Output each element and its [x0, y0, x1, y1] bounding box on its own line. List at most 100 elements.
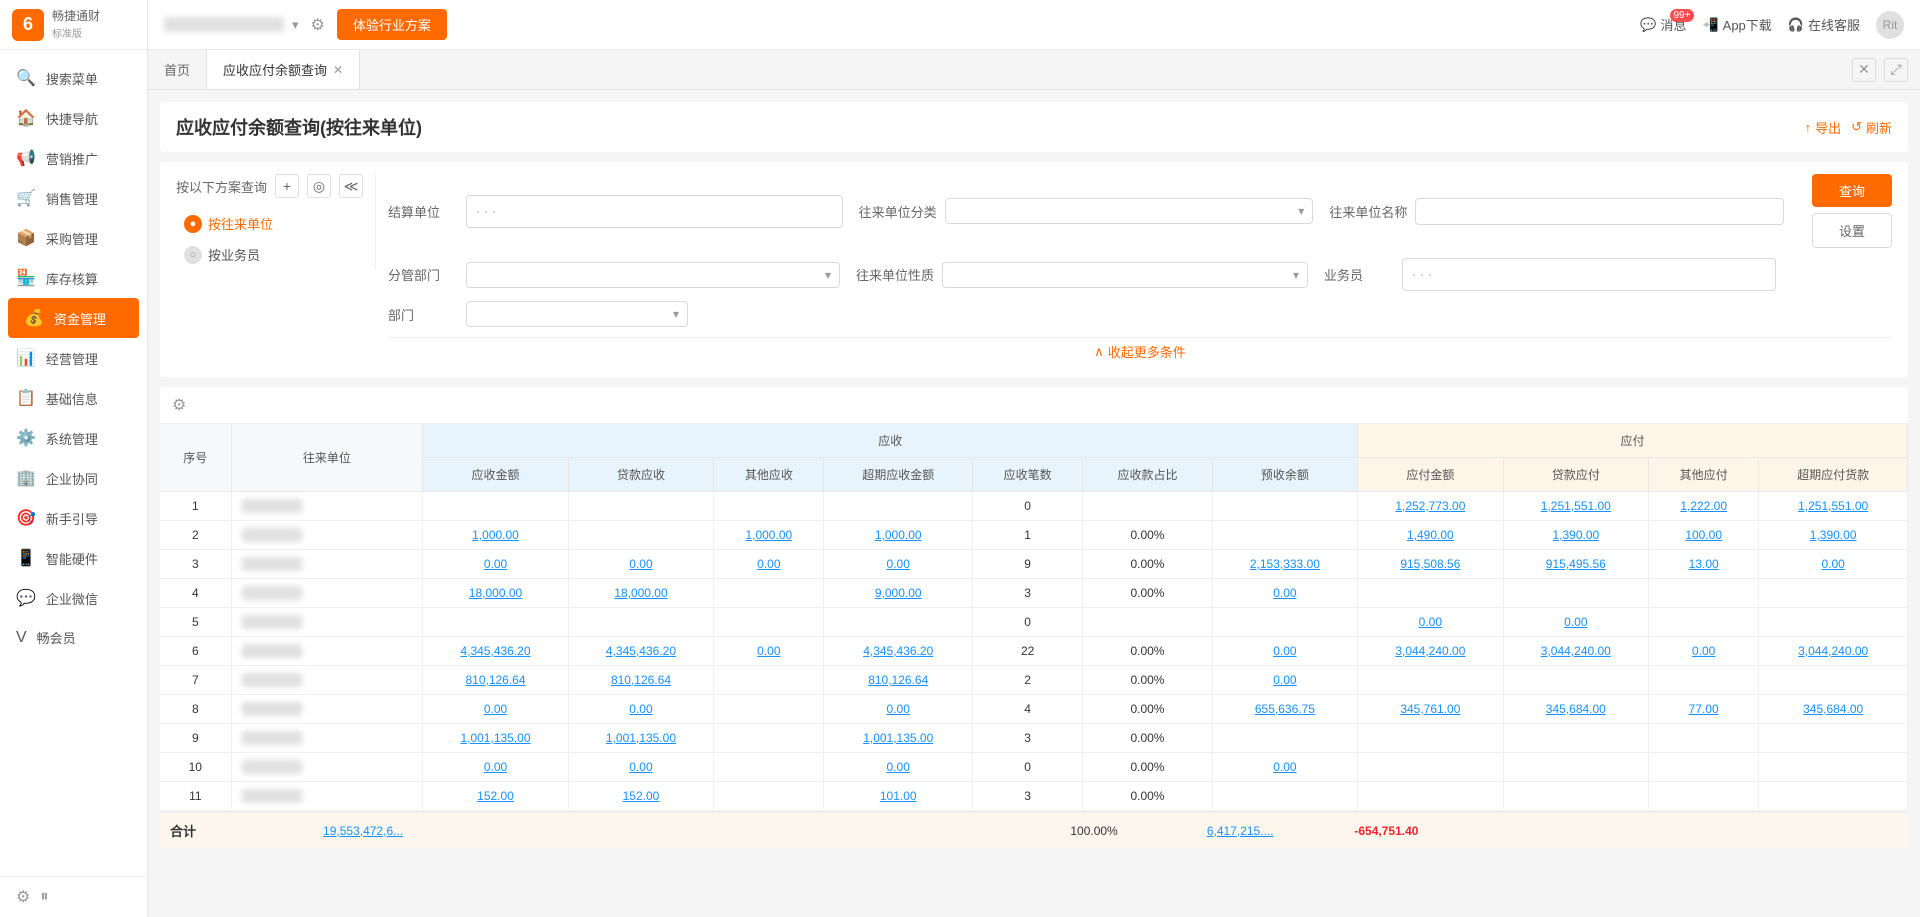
table-cell[interactable]: 1,251,551.00 [1759, 492, 1908, 521]
table-cell[interactable]: 810,126.64 [824, 666, 973, 695]
table-cell[interactable]: 152.00 [423, 782, 568, 811]
dept-manage-select[interactable]: ▾ [466, 262, 840, 288]
tab-home[interactable]: 首页 [148, 50, 207, 89]
table-cell[interactable]: 0.00 [824, 753, 973, 782]
table-cell[interactable]: 0.00 [423, 753, 568, 782]
table-cell[interactable]: 915,495.56 [1503, 550, 1648, 579]
table-cell[interactable]: 345,684.00 [1503, 695, 1648, 724]
table-cell[interactable]: 152.00 [568, 782, 713, 811]
table-cell[interactable]: 0.00 [423, 695, 568, 724]
table-cell[interactable]: 0.00 [423, 550, 568, 579]
table-cell[interactable]: 1,001,135.00 [423, 724, 568, 753]
refresh-button[interactable]: ↺ 刷新 [1851, 118, 1892, 137]
table-cell[interactable]: 0.00 [1503, 608, 1648, 637]
table-cell[interactable]: 345,684.00 [1759, 695, 1908, 724]
table-cell[interactable]: 0.00 [714, 550, 824, 579]
table-cell[interactable]: 3,044,240.00 [1759, 637, 1908, 666]
unit-nature-select[interactable]: ▾ [942, 262, 1308, 288]
table-cell[interactable]: 0.00 [824, 550, 973, 579]
sidebar-item-hardware[interactable]: 📱 智能硬件 [0, 538, 147, 578]
sidebar-item-search[interactable]: 🔍 搜索菜单 [0, 58, 147, 98]
sidebar-item-operation[interactable]: 📊 经营管理 [0, 338, 147, 378]
collapse-footer-icon[interactable]: ⏸ [40, 888, 48, 906]
table-cell[interactable]: 1,001,135.00 [568, 724, 713, 753]
table-cell[interactable]: 0.00 [1212, 579, 1357, 608]
table-cell[interactable]: 4,345,436.20 [824, 637, 973, 666]
table-cell[interactable]: 1,490.00 [1358, 521, 1503, 550]
export-button[interactable]: ↑ 导出 [1805, 118, 1842, 137]
user-avatar[interactable]: Rit [1876, 11, 1904, 39]
back-scheme-button[interactable]: ≪ [339, 174, 363, 198]
table-cell[interactable]: 1,000.00 [714, 521, 824, 550]
table-cell[interactable]: 810,126.64 [423, 666, 568, 695]
sidebar-item-enterprise[interactable]: 🏢 企业协同 [0, 458, 147, 498]
app-download-action[interactable]: 📲 App下载 [1702, 15, 1771, 34]
table-cell[interactable]: 4,345,436.20 [568, 637, 713, 666]
header-gear-icon[interactable]: ⚙ [311, 15, 325, 35]
table-cell[interactable]: 0.00 [714, 637, 824, 666]
sidebar-item-member[interactable]: V 畅会员 [0, 618, 147, 657]
tab-balance[interactable]: 应收应付余额查询 ✕ [207, 50, 360, 89]
table-cell[interactable]: 0.00 [1358, 608, 1503, 637]
table-cell[interactable]: 13.00 [1649, 550, 1759, 579]
table-cell[interactable]: 100.00 [1649, 521, 1759, 550]
settings-footer-icon[interactable]: ⚙ [16, 887, 30, 907]
dept-select[interactable]: ▾ [466, 301, 688, 327]
table-cell[interactable]: 2,153,333.00 [1212, 550, 1357, 579]
table-cell[interactable]: 9,000.00 [824, 579, 973, 608]
table-cell[interactable]: 345,761.00 [1358, 695, 1503, 724]
table-cell[interactable]: 18,000.00 [568, 579, 713, 608]
table-cell[interactable]: 1,000.00 [423, 521, 568, 550]
table-cell[interactable]: 101.00 [824, 782, 973, 811]
table-cell[interactable]: 0.00 [824, 695, 973, 724]
table-cell[interactable]: 655,636.75 [1212, 695, 1357, 724]
table-cell[interactable]: 3,044,240.00 [1503, 637, 1648, 666]
sidebar-item-purchase[interactable]: 📦 采购管理 [0, 218, 147, 258]
table-setting-icon[interactable]: ⚙ [172, 395, 186, 415]
table-cell[interactable]: 0.00 [1212, 666, 1357, 695]
tab-maximize-button[interactable]: ⤢ [1884, 58, 1908, 82]
sidebar-item-sales[interactable]: 🛒 销售管理 [0, 178, 147, 218]
table-cell[interactable]: 1,251,551.00 [1503, 492, 1648, 521]
collapse-button[interactable]: ∧ 收起更多条件 [388, 338, 1892, 365]
tab-close-icon[interactable]: ✕ [333, 63, 343, 77]
table-cell[interactable]: 3,044,240.00 [1358, 637, 1503, 666]
footer-recv-amount[interactable]: 19,553,472,6... [290, 824, 436, 838]
table-cell[interactable]: 0.00 [1649, 637, 1759, 666]
table-cell[interactable]: 915,508.56 [1358, 550, 1503, 579]
footer-prepaid[interactable]: 6,417,215.... [1167, 824, 1313, 838]
sidebar-item-guide[interactable]: 🎯 新手引导 [0, 498, 147, 538]
sidebar-item-shortcut[interactable]: 🏠 快捷导航 [0, 98, 147, 138]
header-dropdown[interactable]: ▾ [292, 17, 299, 33]
table-cell[interactable]: 1,000.00 [824, 521, 973, 550]
salesperson-input[interactable]: ··· [1402, 258, 1776, 291]
target-scheme-button[interactable]: ◎ [307, 174, 331, 198]
table-cell[interactable]: 77.00 [1649, 695, 1759, 724]
unit-category-select[interactable]: ▾ [945, 198, 1314, 224]
table-cell[interactable]: 810,126.64 [568, 666, 713, 695]
table-cell[interactable]: 1,001,135.00 [824, 724, 973, 753]
sidebar-item-wechat[interactable]: 💬 企业微信 [0, 578, 147, 618]
table-cell[interactable]: 0.00 [568, 695, 713, 724]
query-option-by-unit[interactable]: ● 按往来单位 [176, 208, 363, 239]
sidebar-item-marketing[interactable]: 📢 营销推广 [0, 138, 147, 178]
table-cell[interactable]: 1,222.00 [1649, 492, 1759, 521]
query-option-by-staff[interactable]: ○ 按业务员 [176, 239, 363, 270]
table-cell[interactable]: 4,345,436.20 [423, 637, 568, 666]
sidebar-item-finance[interactable]: 💰 资金管理 [8, 298, 139, 338]
table-cell[interactable]: 0.00 [1759, 550, 1908, 579]
add-scheme-button[interactable]: + [275, 174, 299, 198]
table-cell[interactable]: 1,390.00 [1759, 521, 1908, 550]
table-cell[interactable]: 18,000.00 [423, 579, 568, 608]
table-cell[interactable]: 0.00 [568, 753, 713, 782]
settlement-unit-input[interactable]: ··· [466, 195, 843, 228]
tab-minimize-button[interactable]: ✕ [1852, 58, 1876, 82]
message-action[interactable]: 💬 消息 99+ [1640, 15, 1686, 34]
table-cell[interactable]: 0.00 [1212, 637, 1357, 666]
table-cell[interactable]: 1,390.00 [1503, 521, 1648, 550]
table-cell[interactable]: 0.00 [568, 550, 713, 579]
sidebar-item-inventory[interactable]: 🏪 库存核算 [0, 258, 147, 298]
setting-button[interactable]: 设置 [1812, 213, 1892, 248]
table-cell[interactable]: 0.00 [1212, 753, 1357, 782]
query-button[interactable]: 查询 [1812, 174, 1892, 207]
